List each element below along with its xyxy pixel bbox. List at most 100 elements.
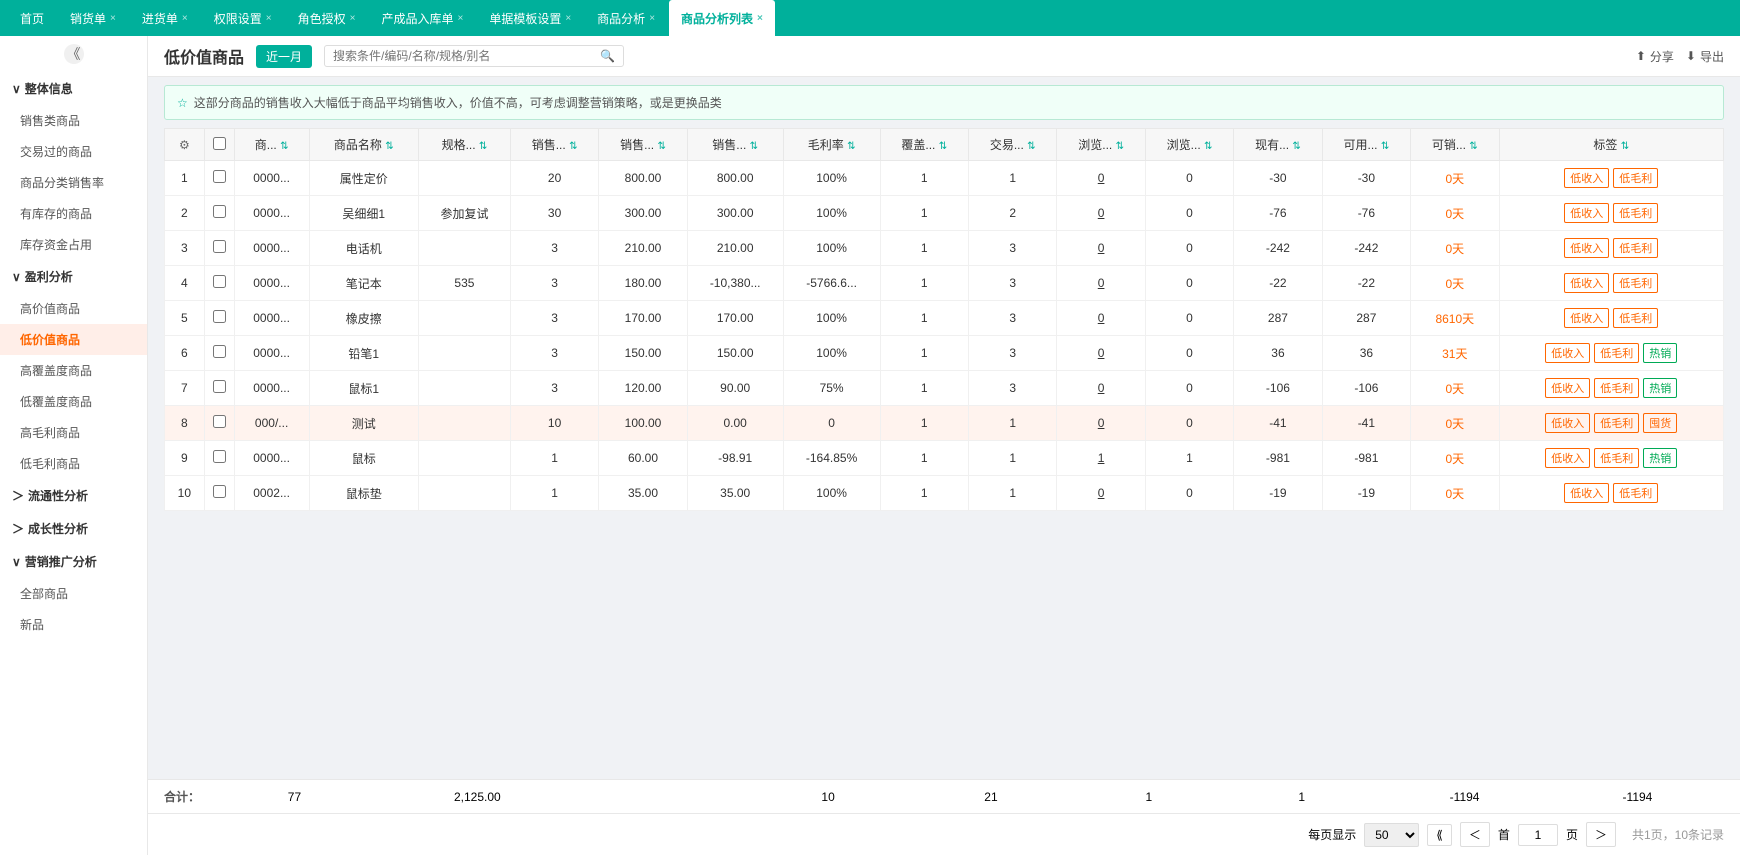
prev-page-button[interactable]: ＜	[1460, 822, 1490, 847]
col-header-available[interactable]: 可用... ⇅	[1322, 129, 1410, 161]
row-checkbox-cell[interactable]	[204, 441, 234, 476]
row-checkbox[interactable]	[213, 485, 226, 498]
row-checkbox-cell[interactable]	[204, 336, 234, 371]
col-header-browse1[interactable]: 浏览... ⇅	[1057, 129, 1145, 161]
sidebar-group-marketing[interactable]: ∨ 营销推广分析	[0, 545, 147, 578]
row-browse1[interactable]: 0	[1057, 161, 1145, 196]
col-header-current[interactable]: 现有... ⇅	[1234, 129, 1322, 161]
sidebar-group-liquidity[interactable]: ＞ 流通性分析	[0, 479, 147, 512]
page-input[interactable]	[1518, 824, 1558, 846]
row-checkbox[interactable]	[213, 170, 226, 183]
sidebar-item-stock-capital[interactable]: 库存资金占用	[0, 229, 147, 260]
nav-item-roles[interactable]: 角色授权 ×	[286, 0, 368, 36]
col-header-sale3[interactable]: 销售... ⇅	[687, 129, 783, 161]
sidebar-group-growth[interactable]: ＞ 成长性分析	[0, 512, 147, 545]
row-checkbox-cell[interactable]	[204, 161, 234, 196]
row-sale2: 210.00	[599, 231, 687, 266]
nav-item-permissions[interactable]: 权限设置 ×	[202, 0, 284, 36]
row-checkbox[interactable]	[213, 240, 226, 253]
row-browse1[interactable]: 0	[1057, 266, 1145, 301]
row-available: -41	[1322, 406, 1410, 441]
row-sale3: 35.00	[687, 476, 783, 511]
col-header-sale1[interactable]: 销售... ⇅	[510, 129, 598, 161]
col-header-saleable[interactable]: 可销... ⇅	[1411, 129, 1499, 161]
sidebar-item-new-products[interactable]: 新品	[0, 609, 147, 640]
sidebar-item-high-coverage[interactable]: 高覆盖度商品	[0, 355, 147, 386]
close-icon[interactable]: ×	[757, 13, 763, 24]
search-input[interactable]	[333, 49, 596, 63]
nav-item-home[interactable]: 首页	[8, 0, 56, 36]
sidebar-item-sales-products[interactable]: 销售类商品	[0, 105, 147, 136]
row-browse1[interactable]: 0	[1057, 406, 1145, 441]
col-header-browse2[interactable]: 浏览... ⇅	[1145, 129, 1233, 161]
row-browse1[interactable]: 0	[1057, 231, 1145, 266]
row-checkbox[interactable]	[213, 415, 226, 428]
sidebar-item-stock-products[interactable]: 有库存的商品	[0, 198, 147, 229]
sidebar-group-profit[interactable]: ∨ 盈利分析	[0, 260, 147, 293]
sidebar-group-overall[interactable]: ∨ 整体信息	[0, 72, 147, 105]
close-icon[interactable]: ×	[457, 13, 463, 24]
checkbox-col-header[interactable]	[204, 129, 234, 161]
sidebar-item-high-margin[interactable]: 高毛利商品	[0, 417, 147, 448]
search-icon[interactable]: 🔍	[600, 49, 615, 63]
col-header-cover[interactable]: 覆盖... ⇅	[880, 129, 968, 161]
sidebar-item-low-margin[interactable]: 低毛利商品	[0, 448, 147, 479]
row-checkbox-cell[interactable]	[204, 476, 234, 511]
sidebar-item-traded-products[interactable]: 交易过的商品	[0, 136, 147, 167]
close-icon[interactable]: ×	[649, 13, 655, 24]
row-checkbox-cell[interactable]	[204, 371, 234, 406]
row-index: 10	[165, 476, 205, 511]
close-icon[interactable]: ×	[266, 13, 272, 24]
nav-item-sales[interactable]: 销货单 ×	[58, 0, 128, 36]
per-page-select[interactable]: 50 100	[1364, 823, 1419, 847]
row-checkbox[interactable]	[213, 380, 226, 393]
table-wrapper[interactable]: ⚙ 商... ⇅ 商品名称 ⇅ 规格... ⇅ 销售... ⇅ 销售... ⇅ …	[148, 128, 1740, 779]
col-header-tags[interactable]: 标签 ⇅	[1499, 129, 1724, 161]
nav-item-product-analysis[interactable]: 商品分析 ×	[585, 0, 667, 36]
col-header-trade[interactable]: 交易... ⇅	[968, 129, 1056, 161]
close-icon[interactable]: ×	[565, 13, 571, 24]
sidebar-collapse-btn[interactable]: 《	[64, 44, 84, 64]
row-checkbox-cell[interactable]	[204, 196, 234, 231]
row-checkbox-cell[interactable]	[204, 231, 234, 266]
next-page-button[interactable]: ＞	[1586, 822, 1616, 847]
row-browse1[interactable]: 1	[1057, 441, 1145, 476]
close-icon[interactable]: ×	[110, 13, 116, 24]
col-header-code[interactable]: 商... ⇅	[234, 129, 309, 161]
sidebar-item-low-value[interactable]: 低价值商品	[0, 324, 147, 355]
row-checkbox[interactable]	[213, 450, 226, 463]
row-checkbox-cell[interactable]	[204, 266, 234, 301]
row-checkbox-cell[interactable]	[204, 406, 234, 441]
row-checkbox[interactable]	[213, 275, 226, 288]
filter-button[interactable]: 近一月	[256, 45, 312, 68]
nav-item-product-analysis-list[interactable]: 商品分析列表 ×	[669, 0, 775, 36]
first-page-button[interactable]: ⟪	[1427, 824, 1452, 846]
row-browse1[interactable]: 0	[1057, 336, 1145, 371]
col-header-sale2[interactable]: 销售... ⇅	[599, 129, 687, 161]
sidebar-item-category-sales-rate[interactable]: 商品分类销售率	[0, 167, 147, 198]
share-button[interactable]: ⬆ 分享	[1636, 48, 1674, 65]
nav-item-product-inbound[interactable]: 产成品入库单 ×	[369, 0, 475, 36]
close-icon[interactable]: ×	[350, 13, 356, 24]
row-browse1[interactable]: 0	[1057, 476, 1145, 511]
sidebar-item-all-products[interactable]: 全部商品	[0, 578, 147, 609]
col-header-name[interactable]: 商品名称 ⇅	[309, 129, 419, 161]
row-browse1[interactable]: 0	[1057, 196, 1145, 231]
row-checkbox[interactable]	[213, 345, 226, 358]
close-icon[interactable]: ×	[182, 13, 188, 24]
row-browse1[interactable]: 0	[1057, 301, 1145, 336]
export-button[interactable]: ⬇ 导出	[1686, 48, 1724, 65]
sidebar-item-high-value[interactable]: 高价值商品	[0, 293, 147, 324]
settings-col-header[interactable]: ⚙	[165, 129, 205, 161]
row-checkbox-cell[interactable]	[204, 301, 234, 336]
col-header-margin[interactable]: 毛利率 ⇅	[783, 129, 880, 161]
select-all-checkbox[interactable]	[213, 137, 226, 150]
row-checkbox[interactable]	[213, 205, 226, 218]
row-sale3: 170.00	[687, 301, 783, 336]
row-browse1[interactable]: 0	[1057, 371, 1145, 406]
nav-item-template[interactable]: 单据模板设置 ×	[477, 0, 583, 36]
sidebar-item-low-coverage[interactable]: 低覆盖度商品	[0, 386, 147, 417]
nav-item-purchase[interactable]: 进货单 ×	[130, 0, 200, 36]
col-header-spec[interactable]: 规格... ⇅	[419, 129, 511, 161]
row-checkbox[interactable]	[213, 310, 226, 323]
